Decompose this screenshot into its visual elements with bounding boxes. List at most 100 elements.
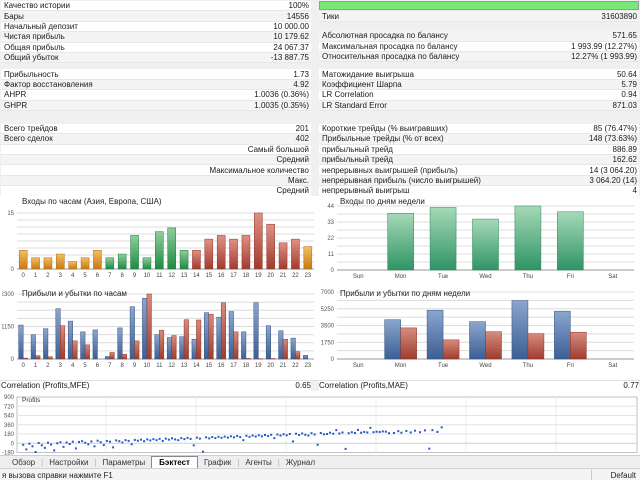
stats-left-column: Всего трейдов 201 Всего сделок 402 Самый бол…: [1, 123, 311, 197]
svg-text:7000: 7000: [321, 290, 335, 296]
tab-0[interactable]: Обзор: [6, 457, 41, 469]
entries-by-hour-plot: 0150 1 2 3 4 5 6 7 8 9 10 11 12 13 14 15 16 17 18 19 20 21 22 2…: [7, 211, 314, 279]
svg-text:23: 23: [304, 273, 311, 279]
svg-text:20: 20: [267, 363, 274, 369]
stat-row: Фактор восстановления 4.92: [1, 79, 311, 91]
profit-bar: [303, 355, 309, 360]
scatter-point: [65, 441, 68, 444]
stats-right-column: Матожидание выигрыша 50.64 Коэффициент Шар…: [319, 69, 639, 111]
bar: [278, 242, 288, 270]
stat-row: прибыльный трейд 162.62: [319, 155, 639, 166]
loss-bar: [134, 340, 140, 360]
scatter-point: [171, 437, 173, 440]
svg-text:360: 360: [4, 423, 15, 429]
scatter-series-label: Profits: [22, 397, 41, 404]
bar: [303, 246, 313, 270]
svg-text:8: 8: [121, 273, 125, 279]
tab-4[interactable]: График: [198, 457, 237, 469]
profit-bar: [253, 302, 259, 360]
tab-5[interactable]: Агенты: [239, 457, 277, 469]
svg-text:720: 720: [4, 404, 15, 410]
loss-bar: [60, 325, 66, 360]
stat-value: 571.65: [612, 31, 637, 41]
scatter-point: [245, 434, 248, 437]
bar: [68, 261, 77, 270]
loss-bar: [183, 319, 189, 360]
scatter-point: [155, 439, 158, 442]
scatter-point: [205, 436, 208, 439]
scatter-point: [301, 432, 304, 435]
scatter-point: [260, 435, 263, 438]
stat-row: Бары 14556: [1, 11, 311, 22]
svg-text:17: 17: [230, 273, 237, 279]
scatter-point: [341, 431, 344, 434]
loss-bar: [282, 338, 288, 360]
profit-bar: [166, 337, 172, 360]
scatter-point: [130, 443, 133, 446]
scatter-point: [43, 446, 46, 449]
svg-text:16: 16: [218, 363, 225, 369]
profit-bar: [43, 328, 49, 360]
profit-bar: [511, 300, 529, 360]
profit-bar: [384, 319, 401, 360]
pnl-by-weekday-plot: 0 1750 3500 5250 7000 Sun Mon Tue Wed Thu Fri Sat: [321, 290, 634, 369]
stat-value: 162.62: [612, 155, 637, 165]
stat-row: AHPR 1.0036 (0.36%): [1, 90, 311, 101]
svg-text:Sun: Sun: [353, 274, 364, 280]
stat-row: [319, 22, 639, 31]
scatter-point: [115, 439, 118, 442]
stat-group: Прибыльность 1.73 Фактор восстановления 4.9…: [0, 69, 640, 111]
stat-value: 100%: [288, 1, 309, 11]
stat-row: Начальный депозит 10 000.00: [1, 21, 311, 33]
scatter-point: [322, 433, 325, 436]
tab-6[interactable]: Журнал: [280, 457, 321, 469]
svg-text:Sat: Sat: [608, 363, 617, 369]
scatter-point: [319, 431, 322, 434]
svg-text:15: 15: [7, 211, 14, 217]
scatter-point: [220, 436, 223, 439]
bar: [429, 207, 457, 271]
scatter-point: [248, 435, 251, 438]
profit-bar: [204, 312, 210, 360]
status-divider: [591, 469, 592, 480]
profit-bar: [191, 338, 197, 360]
tab-2[interactable]: Параметры: [97, 457, 152, 469]
svg-text:Sat: Sat: [608, 274, 617, 280]
scatter-point: [392, 431, 395, 434]
stat-label: Фактор восстановления: [4, 79, 93, 89]
scatter-point: [146, 438, 149, 441]
status-profile[interactable]: Default: [611, 471, 636, 480]
profit-bar: [241, 331, 247, 360]
loss-bar: [208, 314, 214, 360]
svg-text:Tue: Tue: [438, 274, 449, 280]
svg-text:19: 19: [255, 363, 262, 369]
svg-text:18: 18: [243, 273, 250, 279]
scatter-point: [257, 434, 260, 437]
scatter-point: [350, 431, 353, 434]
stat-label: Всего трейдов: [4, 124, 58, 134]
svg-text:9: 9: [133, 363, 137, 369]
scatter-point: [423, 429, 426, 432]
correlation-mfe-label: Correlation (Profits,MFE): [1, 381, 90, 390]
scatter-point: [78, 440, 80, 443]
stat-value: 5.79: [621, 79, 637, 89]
tab-1[interactable]: Настройки: [43, 457, 94, 469]
svg-text:Sun: Sun: [353, 363, 364, 369]
svg-text:20: 20: [267, 273, 274, 279]
svg-text:0: 0: [22, 363, 26, 369]
profit-bar: [80, 331, 86, 360]
stat-label: Абсолютная просадка по балансу: [322, 31, 448, 41]
svg-text:10: 10: [144, 363, 151, 369]
loss-bar: [233, 331, 239, 360]
svg-text:1: 1: [34, 363, 38, 369]
history-quality-progressbar: [319, 1, 639, 11]
svg-text:6: 6: [96, 363, 100, 369]
stat-label: Прибыльность: [4, 69, 59, 79]
loss-bar: [171, 335, 177, 360]
svg-text:7: 7: [108, 363, 112, 369]
stat-value: 886.89: [612, 144, 637, 154]
bar: [241, 235, 251, 270]
svg-text:4: 4: [71, 273, 75, 279]
scatter-point: [307, 434, 310, 437]
stat-label: Относительная просадка по балансу: [322, 52, 460, 62]
